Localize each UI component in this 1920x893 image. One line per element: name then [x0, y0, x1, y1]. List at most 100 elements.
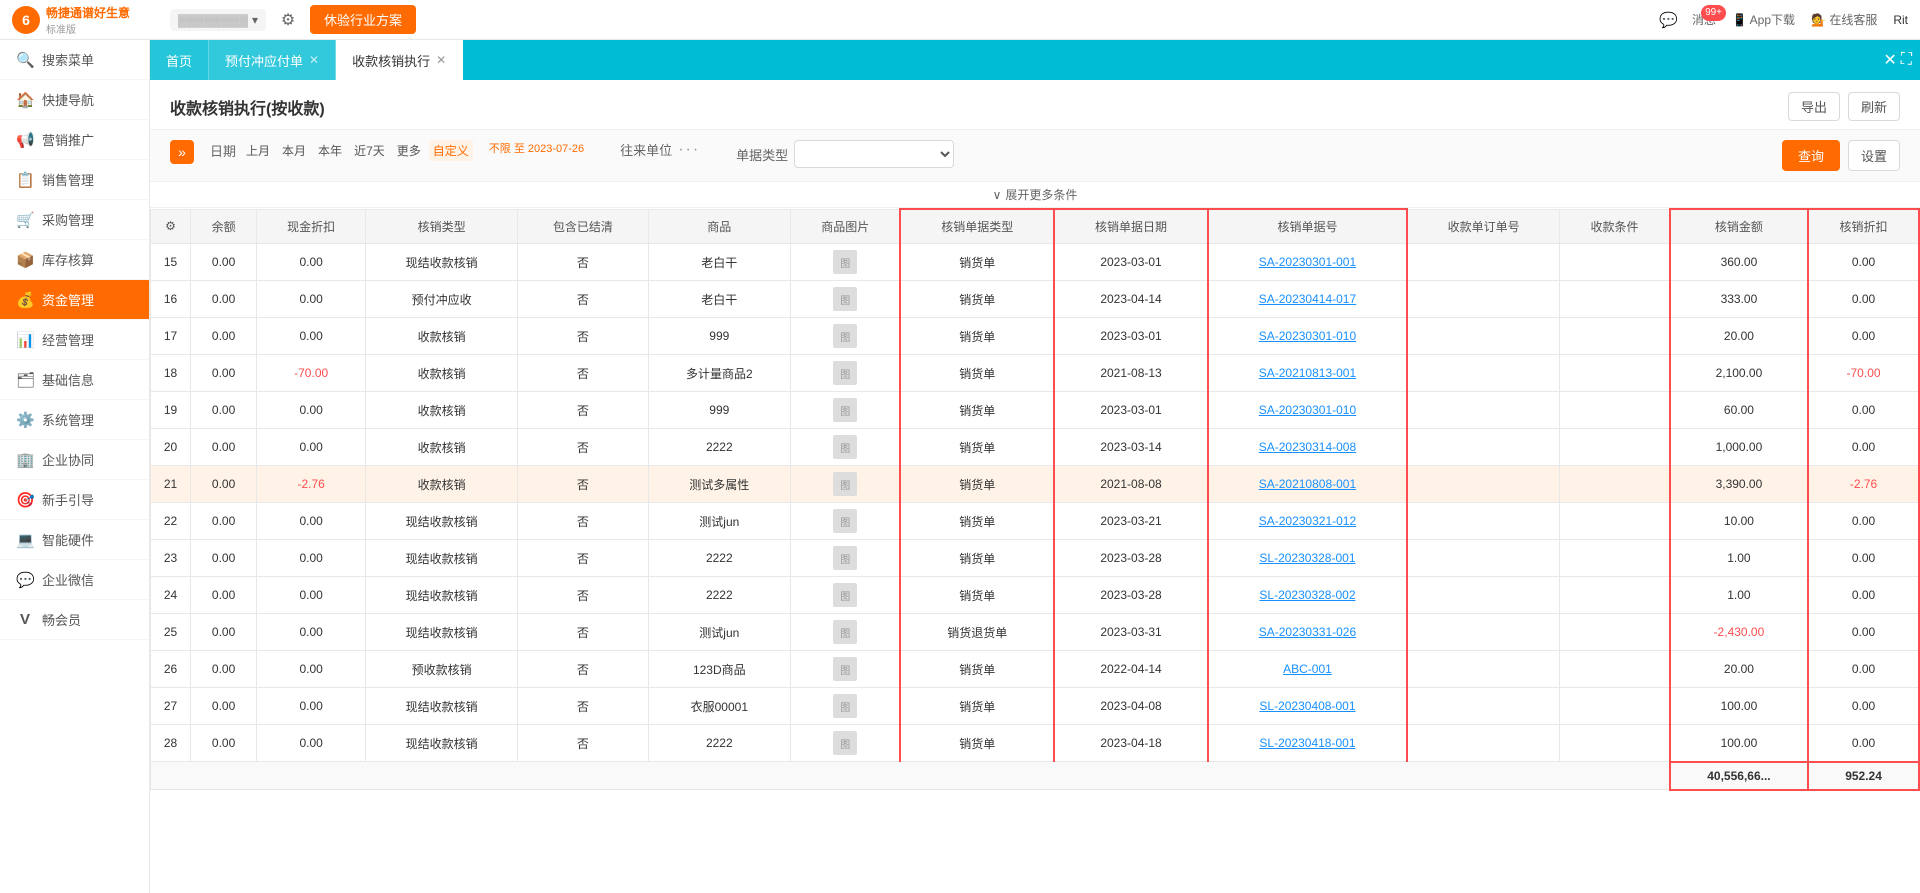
setting-button[interactable]: 设置 [1848, 140, 1900, 171]
cell-receipt-order-no [1407, 355, 1560, 392]
cell-balance: 0.00 [191, 540, 257, 577]
cell-offset-discount: 0.00 [1808, 281, 1919, 318]
cell-bill-no[interactable]: SA-20230301-001 [1208, 244, 1407, 281]
cell-offset-type: 现结收款核销 [366, 540, 518, 577]
sidebar-item-ops[interactable]: 📊 经营管理 [0, 320, 149, 360]
expand-more-bar[interactable]: ∨ 展开更多条件 [150, 182, 1920, 208]
cell-offset-discount: 0.00 [1808, 392, 1919, 429]
industry-button[interactable]: 休验行业方案 [310, 5, 416, 34]
sidebar-item-purchase[interactable]: 🛒 采购管理 [0, 200, 149, 240]
export-button[interactable]: 导出 [1788, 92, 1840, 121]
cell-bill-no[interactable]: ABC-001 [1208, 651, 1407, 688]
sidebar-item-corp-collab[interactable]: 🏢 企业协同 [0, 440, 149, 480]
total-offset-discount: 952.24 [1808, 762, 1919, 790]
cell-cash-discount: -2.76 [257, 466, 366, 503]
sidebar-item-basic-info[interactable]: 🗂 基础信息 [0, 360, 149, 400]
cell-goods: 测试jun [648, 614, 790, 651]
cell-balance: 0.00 [191, 392, 257, 429]
sidebar-item-label: 系统管理 [42, 410, 94, 429]
sidebar-item-marketing[interactable]: 📢 营销推广 [0, 120, 149, 160]
date-last-month[interactable]: 上月 [242, 140, 274, 161]
date-last-7-days[interactable]: 近7天 [350, 140, 389, 161]
cell-bill-no[interactable]: SA-20230414-017 [1208, 281, 1407, 318]
sidebar-item-sales[interactable]: 📋 销售管理 [0, 160, 149, 200]
sidebar-item-corp-wechat[interactable]: 💬 企业微信 [0, 560, 149, 600]
sidebar-item-sys-mgmt[interactable]: ⚙️ 系统管理 [0, 400, 149, 440]
date-this-year[interactable]: 本年 [314, 140, 346, 161]
tab-prepaid-offset[interactable]: 预付冲应付单 ✕ [209, 40, 336, 80]
cell-bill-no[interactable]: SL-20230408-001 [1208, 688, 1407, 725]
filter-expand-button[interactable]: » [170, 140, 194, 164]
tab-home[interactable]: 首页 [150, 40, 209, 80]
counterpart-selector[interactable]: ··· [678, 141, 700, 159]
cell-offset-amount: 100.00 [1670, 688, 1808, 725]
refresh-button[interactable]: 刷新 [1848, 92, 1900, 121]
cell-bill-no[interactable]: SA-20210813-001 [1208, 355, 1407, 392]
table-wrapper[interactable]: ⚙ 余额 现金折扣 核销类型 包含已结清 商品 商品图片 核销单据类型 核销单据… [150, 208, 1920, 893]
cell-receipt-order-no [1407, 614, 1560, 651]
app-download-link[interactable]: 📱 App下载 [1732, 11, 1795, 28]
user-name[interactable]: Rit [1893, 13, 1908, 27]
sidebar-item-fund[interactable]: 💰 资金管理 [0, 280, 149, 320]
col-balance: 余额 [191, 209, 257, 244]
cell-bill-no[interactable]: SA-20230331-026 [1208, 614, 1407, 651]
cell-bill-type: 销货单 [900, 725, 1054, 762]
cell-bill-no[interactable]: SA-20230301-010 [1208, 318, 1407, 355]
expand-window-icon[interactable]: ⛶ [1901, 51, 1912, 69]
sidebar-item-newbie[interactable]: 🎯 新手引导 [0, 480, 149, 520]
cell-include-cleared: 否 [518, 725, 648, 762]
sidebar-item-label: 采购管理 [42, 210, 94, 229]
search-button[interactable]: 查询 [1782, 140, 1840, 171]
cell-goods: 衣服00001 [648, 688, 790, 725]
cell-goods: 2222 [648, 725, 790, 762]
cell-bill-no[interactable]: SL-20230328-001 [1208, 540, 1407, 577]
sidebar-item-search-menu[interactable]: 🔍 搜索菜单 [0, 40, 149, 80]
date-more[interactable]: 更多 [393, 140, 425, 161]
cell-receipt-cond [1560, 651, 1670, 688]
cell-cash-discount: 0.00 [257, 688, 366, 725]
cell-goods-img: 图 [791, 503, 901, 540]
cell-bill-no[interactable]: SA-20210808-001 [1208, 466, 1407, 503]
cell-offset-amount: 333.00 [1670, 281, 1808, 318]
sidebar-item-quick-nav[interactable]: 🏠 快捷导航 [0, 80, 149, 120]
tab-receipt-offset-close[interactable]: ✕ [436, 53, 446, 67]
date-range-display: 不限 至 2023-07-26 [489, 140, 584, 156]
cell-bill-no[interactable]: SA-20230321-012 [1208, 503, 1407, 540]
cell-offset-type: 现结收款核销 [366, 614, 518, 651]
sidebar-item-inventory[interactable]: 📦 库存核算 [0, 240, 149, 280]
cell-bill-no[interactable]: SA-20230301-010 [1208, 392, 1407, 429]
close-window-icon[interactable]: ✕ [1883, 50, 1896, 70]
cell-goods-img: 图 [791, 318, 901, 355]
cell-offset-discount: 0.00 [1808, 577, 1919, 614]
cell-bill-date: 2023-03-28 [1054, 540, 1208, 577]
tab-prepaid-offset-close[interactable]: ✕ [309, 53, 319, 67]
cell-bill-no[interactable]: SA-20230314-008 [1208, 429, 1407, 466]
cell-include-cleared: 否 [518, 466, 648, 503]
sidebar-item-label: 智能硬件 [42, 530, 94, 549]
bill-type-select[interactable] [794, 140, 954, 168]
online-support-link[interactable]: 💁 在线客服 [1811, 11, 1877, 28]
cell-offset-discount: 0.00 [1808, 429, 1919, 466]
content-area: 首页 预付冲应付单 ✕ 收款核销执行 ✕ ✕ ⛶ 收款核销执行(按收款) 导出 [150, 40, 1920, 893]
cell-bill-no[interactable]: SL-20230418-001 [1208, 725, 1407, 762]
col-settings[interactable]: ⚙ [151, 209, 191, 244]
app-name: 畅捷通谱好生意 [46, 4, 130, 21]
sidebar-item-vip[interactable]: V 畅会员 [0, 600, 149, 640]
tab-receipt-offset[interactable]: 收款核销执行 ✕ [336, 40, 463, 80]
company-selector[interactable]: ▓▓▓▓▓▓▓▓ ▾ [170, 9, 266, 31]
col-offset-type: 核销类型 [366, 209, 518, 244]
gear-icon[interactable]: ⚙ [274, 6, 302, 34]
sidebar-item-smart-hw[interactable]: 💻 智能硬件 [0, 520, 149, 560]
cell-goods: 老白干 [648, 281, 790, 318]
cell-bill-no[interactable]: SL-20230328-002 [1208, 577, 1407, 614]
cell-goods-img: 图 [791, 244, 901, 281]
notification-bell[interactable]: 💬 99+ 消息 [1659, 11, 1716, 29]
cell-goods: 2222 [648, 540, 790, 577]
cell-offset-discount: -2.76 [1808, 466, 1919, 503]
cell-bill-type: 销货单 [900, 429, 1054, 466]
date-custom[interactable]: 自定义 [429, 140, 473, 161]
table-header-row: ⚙ 余额 现金折扣 核销类型 包含已结清 商品 商品图片 核销单据类型 核销单据… [151, 209, 1920, 244]
cell-receipt-cond [1560, 725, 1670, 762]
date-this-month[interactable]: 本月 [278, 140, 310, 161]
cell-receipt-order-no [1407, 651, 1560, 688]
